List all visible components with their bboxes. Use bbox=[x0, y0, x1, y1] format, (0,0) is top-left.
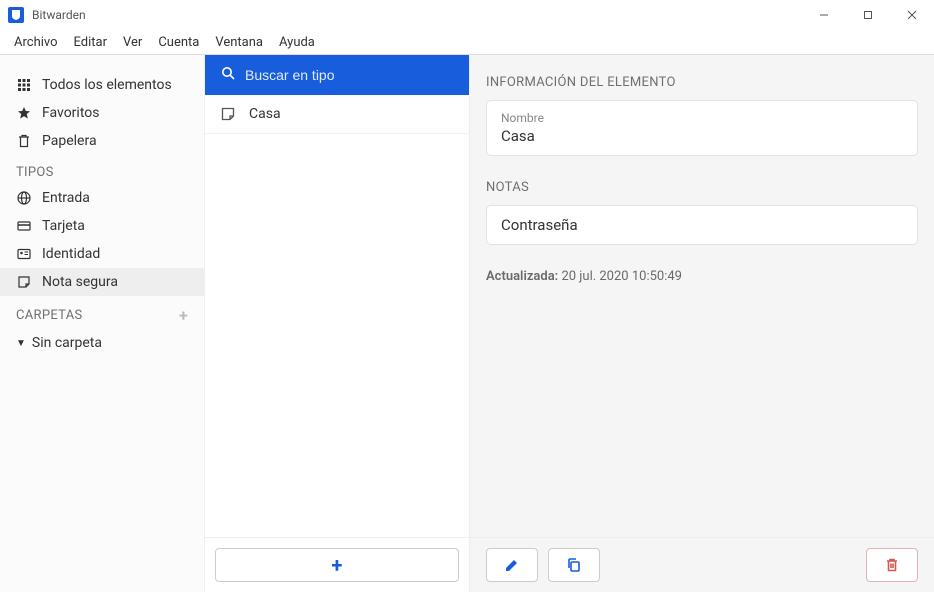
folders-header: CARPETAS + bbox=[0, 296, 204, 329]
notes-header: NOTAS bbox=[486, 180, 918, 195]
notes-value: Contraseña bbox=[501, 216, 903, 234]
note-icon bbox=[219, 105, 237, 123]
app-title: Bitwarden bbox=[32, 8, 86, 22]
sidebar-type-login[interactable]: Entrada bbox=[0, 184, 204, 212]
trash-icon bbox=[16, 134, 32, 148]
grid-icon bbox=[16, 78, 32, 92]
menu-archivo[interactable]: Archivo bbox=[6, 33, 66, 52]
edit-button[interactable] bbox=[486, 548, 538, 582]
titlebar: Bitwarden bbox=[0, 0, 934, 30]
menu-ventana[interactable]: Ventana bbox=[207, 33, 271, 52]
menu-editar[interactable]: Editar bbox=[66, 33, 116, 52]
sidebar-type-card[interactable]: Tarjeta bbox=[0, 212, 204, 240]
sidebar: Todos los elementos Favoritos Papelera T… bbox=[0, 55, 205, 592]
close-button[interactable] bbox=[890, 0, 934, 30]
sidebar-item-label: Todos los elementos bbox=[42, 77, 172, 93]
updated-line: Actualizada: 20 jul. 2020 10:50:49 bbox=[486, 269, 918, 284]
main: Todos los elementos Favoritos Papelera T… bbox=[0, 54, 934, 592]
types-header: TIPOS bbox=[0, 155, 204, 184]
menu-ver[interactable]: Ver bbox=[115, 33, 150, 52]
folder-no-folder[interactable]: ▼ Sin carpeta bbox=[0, 329, 204, 357]
detail-column: INFORMACIÓN DEL ELEMENTO Nombre Casa NOT… bbox=[470, 55, 934, 592]
sidebar-item-label: Tarjeta bbox=[42, 218, 85, 234]
globe-icon bbox=[16, 191, 32, 205]
maximize-button[interactable] bbox=[846, 0, 890, 30]
list-column: Casa + bbox=[205, 55, 470, 592]
sidebar-item-all[interactable]: Todos los elementos bbox=[0, 71, 204, 99]
sidebar-item-label: Identidad bbox=[42, 246, 100, 262]
add-folder-button[interactable]: + bbox=[179, 306, 188, 325]
sidebar-item-label: Papelera bbox=[42, 133, 97, 149]
card-icon bbox=[16, 219, 32, 233]
list-item[interactable]: Casa bbox=[205, 95, 469, 134]
detail-content: INFORMACIÓN DEL ELEMENTO Nombre Casa NOT… bbox=[470, 55, 934, 537]
detail-footer bbox=[470, 537, 934, 592]
add-item-button[interactable]: + bbox=[215, 548, 459, 582]
search-input[interactable] bbox=[245, 67, 453, 83]
item-list: Casa bbox=[205, 95, 469, 537]
sidebar-type-note[interactable]: Nota segura bbox=[0, 268, 204, 296]
menubar: Archivo Editar Ver Cuenta Ventana Ayuda bbox=[0, 30, 934, 54]
window-controls bbox=[802, 0, 934, 30]
sidebar-item-trash[interactable]: Papelera bbox=[0, 127, 204, 155]
plus-icon: + bbox=[332, 553, 343, 577]
sidebar-item-favorites[interactable]: Favoritos bbox=[0, 99, 204, 127]
menu-ayuda[interactable]: Ayuda bbox=[271, 33, 323, 52]
copy-button[interactable] bbox=[548, 548, 600, 582]
updated-label: Actualizada: bbox=[486, 269, 558, 284]
info-header: INFORMACIÓN DEL ELEMENTO bbox=[486, 75, 918, 90]
sidebar-type-identity[interactable]: Identidad bbox=[0, 240, 204, 268]
name-label: Nombre bbox=[501, 111, 903, 125]
search-bar bbox=[205, 55, 469, 95]
search-icon bbox=[221, 66, 235, 84]
sidebar-item-label: Nota segura bbox=[42, 274, 118, 290]
menu-cuenta[interactable]: Cuenta bbox=[150, 33, 207, 52]
name-value: Casa bbox=[501, 127, 903, 145]
list-footer: + bbox=[205, 537, 469, 592]
delete-button[interactable] bbox=[866, 548, 918, 582]
list-item-name: Casa bbox=[249, 106, 281, 122]
app-icon bbox=[8, 7, 24, 23]
caret-down-icon: ▼ bbox=[16, 338, 26, 349]
minimize-button[interactable] bbox=[802, 0, 846, 30]
notes-card: Contraseña bbox=[486, 205, 918, 245]
star-icon bbox=[16, 106, 32, 120]
sidebar-item-label: Favoritos bbox=[42, 105, 99, 121]
id-icon bbox=[16, 247, 32, 261]
note-icon bbox=[16, 275, 32, 289]
folder-label: Sin carpeta bbox=[32, 335, 102, 351]
updated-value: 20 jul. 2020 10:50:49 bbox=[561, 269, 682, 284]
name-card: Nombre Casa bbox=[486, 100, 918, 156]
sidebar-item-label: Entrada bbox=[42, 190, 90, 206]
